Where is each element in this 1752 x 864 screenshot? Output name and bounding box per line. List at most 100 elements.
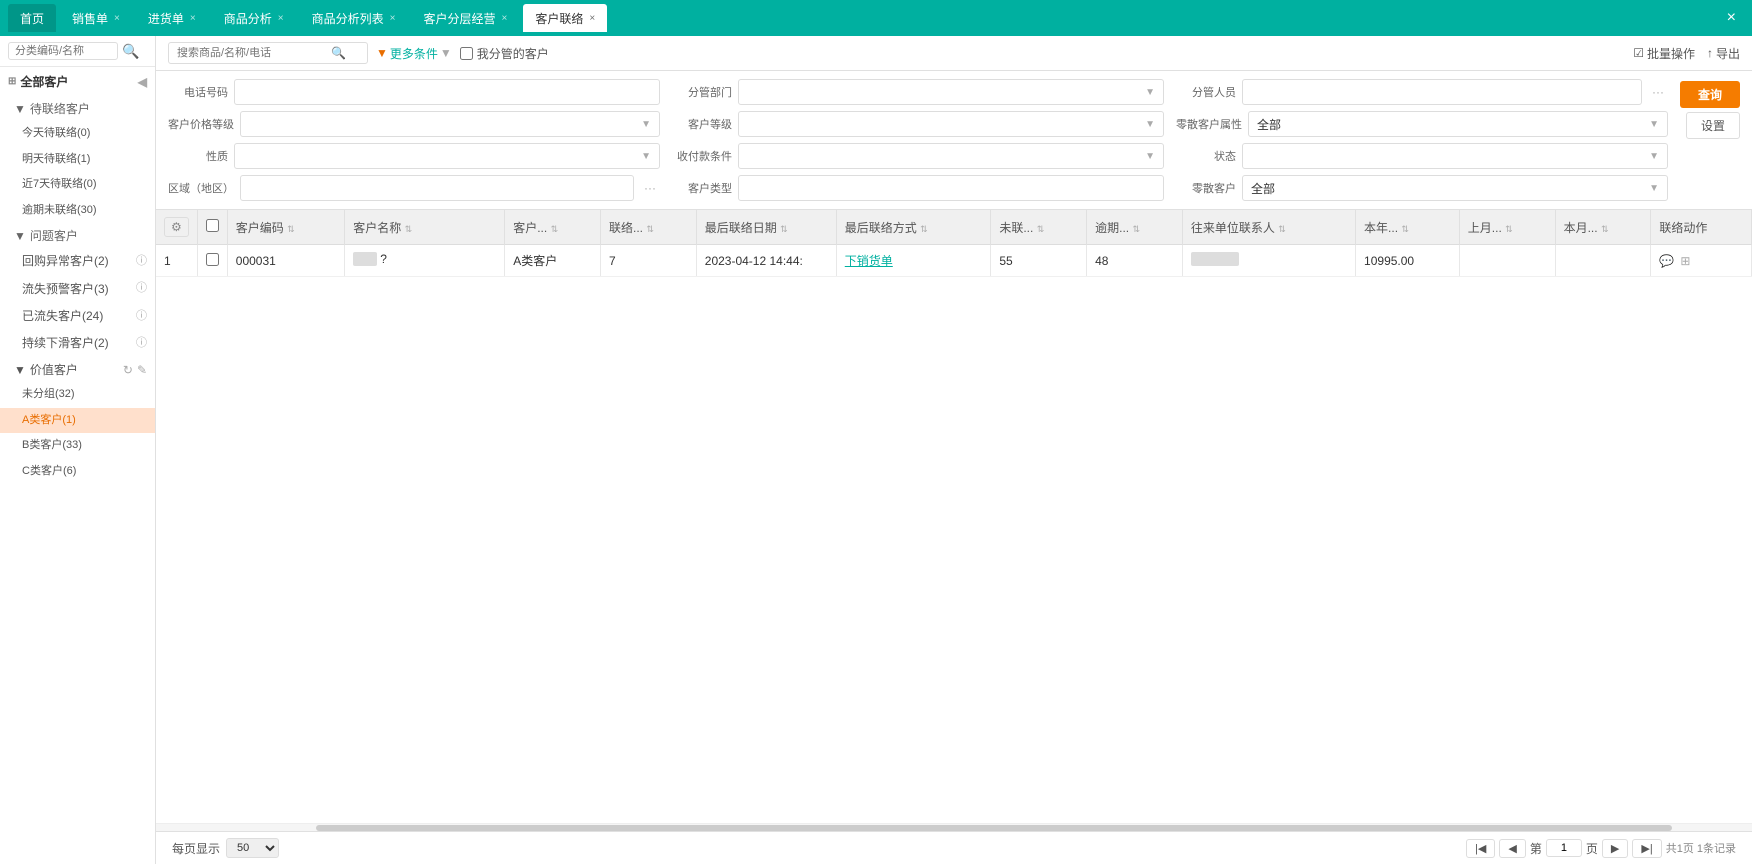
page-input[interactable] <box>1546 839 1582 857</box>
next-page-btn[interactable]: ▶ <box>1602 839 1628 858</box>
filter-payment-select[interactable]: ▼ <box>738 143 1164 169</box>
sidebar-item-overdue-pending[interactable]: 逾期未联络(30) <box>0 198 155 224</box>
sidebar-search-icon[interactable]: 🔍 <box>122 43 139 60</box>
tab-purchase[interactable]: 进货单 × <box>136 4 208 32</box>
group-arrow-pending: ▼ <box>14 102 26 116</box>
export-btn[interactable]: ↑ 导出 <box>1707 45 1740 62</box>
sidebar-item-tomorrow-pending[interactable]: 明天待联络(1) <box>0 147 155 173</box>
sidebar-item-abnormal-repurchase[interactable]: 回购异常客户(2) ⓘ <box>0 248 155 275</box>
close-analysis-list-icon[interactable]: × <box>390 13 396 24</box>
filter-region-input[interactable] <box>240 175 634 201</box>
row-last-contact-method-value[interactable]: 下销货单 <box>845 254 893 268</box>
row-year-amount-value: 10995.00 <box>1364 254 1414 268</box>
close-sales-icon[interactable]: × <box>114 13 120 24</box>
col-last-contact-method-sort[interactable]: ⇅ <box>920 224 928 234</box>
tab-analysis-list[interactable]: 商品分析列表 × <box>300 4 408 32</box>
my-customers-checkbox-area[interactable]: 我分管的客户 <box>460 45 549 62</box>
filter-retail-customer-select[interactable]: 全部 ▼ <box>1242 175 1668 201</box>
settings-button[interactable]: 设置 <box>1686 112 1740 139</box>
col-contact: 联络... ⇅ <box>600 210 696 245</box>
filter-retail-attr-value: 全部 <box>1257 116 1281 133</box>
col-no-contact-sort[interactable]: ⇅ <box>1037 224 1045 234</box>
main-search-icon[interactable]: 🔍 <box>331 46 346 60</box>
filter-price-level-select[interactable]: ▼ <box>240 111 660 137</box>
close-customer-contact-icon[interactable]: × <box>589 13 595 24</box>
group-pending-contact[interactable]: ▼ 待联络客户 <box>0 96 155 121</box>
col-last-contact-date-sort[interactable]: ⇅ <box>780 224 788 234</box>
filter-dept-select[interactable]: ▼ <box>738 79 1164 105</box>
prev-page-btn[interactable]: ◀ <box>1499 839 1525 858</box>
select-all-checkbox[interactable] <box>206 219 219 232</box>
col-last-month-sort[interactable]: ⇅ <box>1505 224 1513 234</box>
batch-op-btn[interactable]: ☑ 批量操作 <box>1633 45 1695 62</box>
filter-dept-label: 分管部门 <box>672 84 732 100</box>
sidebar-item-unclassified[interactable]: 未分组(32) <box>0 382 155 408</box>
sidebar-search-input[interactable] <box>8 42 118 60</box>
first-page-btn[interactable]: |◀ <box>1466 839 1495 858</box>
col-overdue-sort[interactable]: ⇅ <box>1132 224 1140 234</box>
filter-retail-attr-select[interactable]: 全部 ▼ <box>1248 111 1668 137</box>
col-code-sort[interactable]: ⇅ <box>287 224 295 234</box>
per-page-select[interactable]: 50 20 100 <box>226 838 279 858</box>
sidebar-item-churned[interactable]: 已流失客户(24) ⓘ <box>0 303 155 330</box>
contact-person-block <box>1191 252 1239 266</box>
sidebar-item-class-a[interactable]: A类客户(1) <box>0 408 155 434</box>
window-close-button[interactable]: × <box>1719 9 1744 27</box>
filter-price-level-label: 客户价格等级 <box>168 116 234 132</box>
col-last-month: 上月... ⇅ <box>1459 210 1555 245</box>
my-customers-checkbox[interactable] <box>460 47 473 60</box>
sidebar-item-7days-pending[interactable]: 近7天待联络(0) <box>0 172 155 198</box>
tab-customer-seg[interactable]: 客户分层经营 × <box>411 4 519 32</box>
column-settings-btn[interactable]: ⚙ <box>164 217 189 237</box>
close-customer-seg-icon[interactable]: × <box>501 13 507 24</box>
filter-customer-level-arrow: ▼ <box>1145 119 1155 130</box>
query-button[interactable]: 查询 <box>1680 81 1740 108</box>
refresh-icon[interactable]: ↻ <box>123 363 133 377</box>
col-this-month-sort[interactable]: ⇅ <box>1601 224 1609 234</box>
col-name-sort[interactable]: ⇅ <box>405 224 413 234</box>
filter-manager-input[interactable] <box>1242 79 1642 105</box>
close-analysis-icon[interactable]: × <box>278 13 284 24</box>
row-action-link-icon[interactable]: ⊞ <box>1680 254 1690 268</box>
col-last-contact-date: 最后联络日期 ⇅ <box>696 210 836 245</box>
sidebar-all-customers[interactable]: ⊞ 全部客户 ◀ <box>0 67 155 96</box>
sidebar-item-today-pending[interactable]: 今天待联络(0) <box>0 121 155 147</box>
col-contact-sort[interactable]: ⇅ <box>646 224 654 234</box>
filter-status-select[interactable]: ▼ <box>1242 143 1668 169</box>
filter-customer-type-select[interactable] <box>738 175 1164 201</box>
group-value-customers[interactable]: ▼ 价值客户 ↻ ✎ <box>0 357 155 382</box>
tab-customer-seg-label: 客户分层经营 <box>423 10 495 27</box>
tab-analysis[interactable]: 商品分析 × <box>212 4 296 32</box>
tab-home[interactable]: 首页 <box>8 4 56 32</box>
last-page-btn[interactable]: ▶| <box>1632 839 1661 858</box>
more-conditions-btn[interactable]: ▼ 更多条件 ▼ <box>376 45 452 62</box>
col-contact-person-sort[interactable]: ⇅ <box>1278 224 1286 234</box>
filter-region-dots[interactable]: ··· <box>640 181 660 195</box>
sidebar-item-declining[interactable]: 持续下滑客户(2) ⓘ <box>0 330 155 357</box>
tab-sales[interactable]: 销售单 × <box>60 4 132 32</box>
row-overdue-value: 48 <box>1095 254 1108 268</box>
filter-customer-level-select[interactable]: ▼ <box>738 111 1164 137</box>
sidebar-item-class-b[interactable]: B类客户(33) <box>0 433 155 459</box>
filter-nature-select[interactable]: ▼ <box>234 143 660 169</box>
main-search-input[interactable] <box>177 47 327 59</box>
filter-bar: 🔍 ▼ 更多条件 ▼ 我分管的客户 ☑ 批量操作 ↑ 导出 <box>156 36 1752 71</box>
col-type-sort[interactable]: ⇅ <box>551 224 559 234</box>
filter-manager-dots[interactable]: ··· <box>1648 85 1668 99</box>
col-year-amount-sort[interactable]: ⇅ <box>1401 224 1409 234</box>
group-arrow-problem: ▼ <box>14 229 26 243</box>
group-problem-customers[interactable]: ▼ 问题客户 <box>0 223 155 248</box>
row-action-comment-icon[interactable]: 💬 <box>1659 254 1674 268</box>
filter-retail-attr-arrow: ▼ <box>1649 119 1659 130</box>
filter-phone-input[interactable] <box>234 79 660 105</box>
row-checkbox[interactable] <box>206 253 219 266</box>
tab-customer-contact[interactable]: 客户联络 × <box>523 4 607 32</box>
close-purchase-icon[interactable]: × <box>190 13 196 24</box>
edit-icon[interactable]: ✎ <box>137 363 147 377</box>
col-checkbox <box>197 210 227 245</box>
filter-customer-level-label: 客户等级 <box>672 116 732 132</box>
collapse-icon[interactable]: ◀ <box>138 75 147 89</box>
sidebar-item-churn-warning[interactable]: 流失预警客户(3) ⓘ <box>0 276 155 303</box>
horizontal-scrollbar-thumb[interactable] <box>316 825 1672 831</box>
sidebar-item-class-c[interactable]: C类客户(6) <box>0 459 155 485</box>
